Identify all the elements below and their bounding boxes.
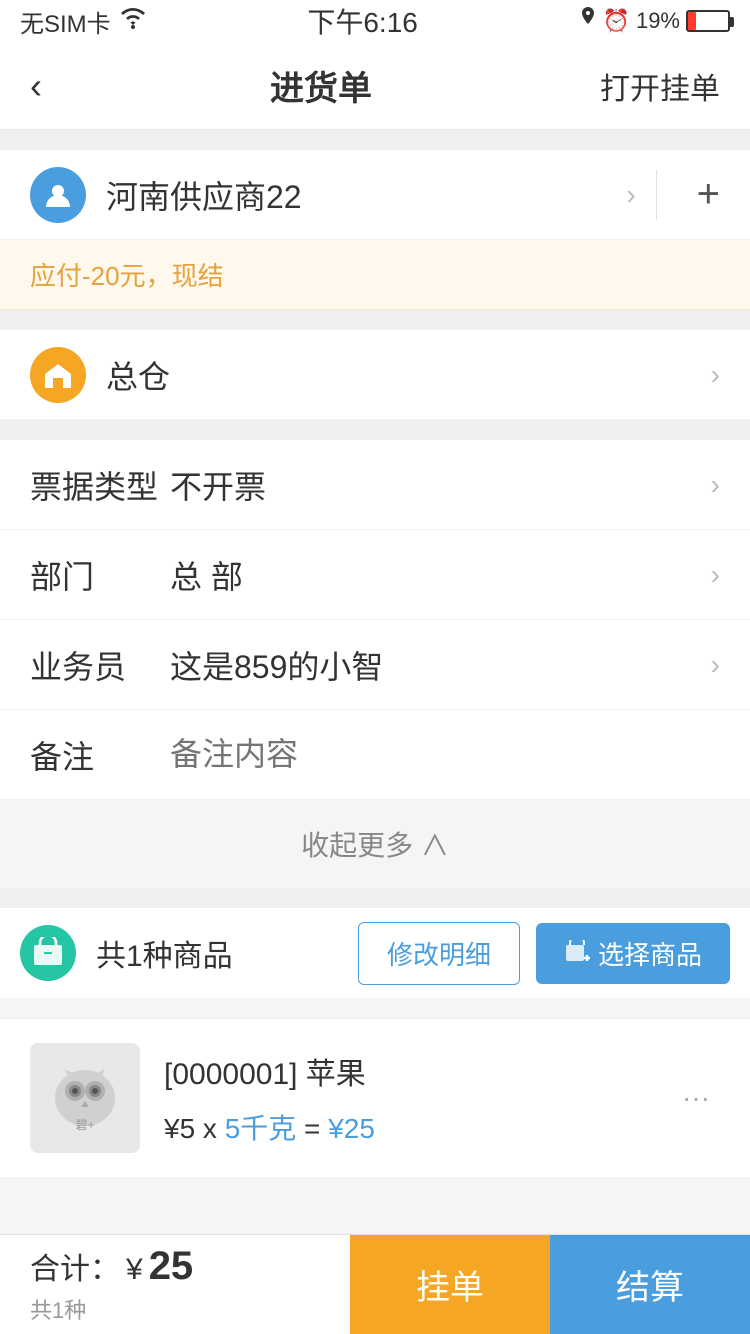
supplier-avatar <box>30 167 86 223</box>
notice-text: 应付-20元，现结 <box>30 261 224 291</box>
remark-label: 备注 <box>30 732 170 778</box>
supplier-row[interactable]: 河南供应商22 › + <box>0 150 750 240</box>
remark-input[interactable] <box>170 736 720 773</box>
battery-icon <box>686 10 730 32</box>
product-more-button[interactable]: ··· <box>672 1072 720 1124</box>
total-amount: 25 <box>149 1244 194 1289</box>
supplier-divider <box>656 170 657 220</box>
supplier-chevron-icon: › <box>626 179 635 211</box>
salesperson-chevron-icon: › <box>711 649 720 681</box>
bottom-bar: 合计： ¥ 25 共1种 挂单 结算 <box>0 1234 750 1334</box>
total-label: 合计： <box>30 1244 120 1288</box>
products-header: 共1种商品 修改明细 选择商品 <box>0 908 750 998</box>
salesperson-value: 这是859的小智 <box>170 642 711 688</box>
status-right: ⏰ 19% <box>579 7 730 35</box>
product-unit-price: ¥5 x <box>164 1113 225 1144</box>
status-time: 下午6:16 <box>307 1 418 41</box>
warehouse-chevron-icon: › <box>711 359 720 391</box>
page-title: 进货单 <box>270 61 372 110</box>
invoice-chevron-icon: › <box>711 469 720 501</box>
products-icon-bg <box>20 925 76 981</box>
divider-1 <box>0 130 750 150</box>
product-total: ¥25 <box>328 1113 375 1144</box>
department-value: 总 部 <box>170 552 711 598</box>
invoice-value: 不开票 <box>170 462 711 508</box>
warehouse-name: 总仓 <box>106 352 711 398</box>
total-main: 合计： ¥ 25 <box>30 1244 320 1289</box>
product-title: 苹果 <box>306 1058 366 1091</box>
warehouse-card: 总仓 › <box>0 330 750 420</box>
product-item: 碧+ [0000001] 苹果 ¥5 x 5千克 = ¥25 ··· <box>0 1018 750 1177</box>
invoice-card: 票据类型 不开票 › <box>0 440 750 530</box>
total-currency: ¥ <box>126 1253 143 1287</box>
warehouse-row[interactable]: 总仓 › <box>0 330 750 420</box>
remark-row: 备注 <box>0 710 750 800</box>
product-thumbnail: 碧+ <box>30 1043 140 1153</box>
hang-order-button[interactable]: 挂单 <box>350 1235 550 1334</box>
carrier-text: 无SIM卡 <box>20 4 111 39</box>
supplier-name: 河南供应商22 <box>106 172 626 218</box>
product-info: [0000001] 苹果 ¥5 x 5千克 = ¥25 <box>164 1049 672 1147</box>
invoice-row[interactable]: 票据类型 不开票 › <box>0 440 750 530</box>
department-chevron-icon: › <box>711 559 720 591</box>
divider-2 <box>0 310 750 330</box>
divider-3 <box>0 420 750 440</box>
nav-bar: ‹ 进货单 打开挂单 <box>0 42 750 130</box>
alarm-icon: ⏰ <box>603 8 630 34</box>
collapse-label: 收起更多 ∧ <box>301 830 449 861</box>
edit-detail-button[interactable]: 修改明细 <box>358 922 520 985</box>
checkout-button[interactable]: 结算 <box>550 1235 750 1334</box>
salesperson-card: 业务员 这是859的小智 › <box>0 620 750 710</box>
warehouse-icon-bg <box>30 347 86 403</box>
product-price: ¥5 x 5千克 = ¥25 <box>164 1107 672 1147</box>
back-button[interactable]: ‹ <box>30 65 42 107</box>
bottom-total: 合计： ¥ 25 共1种 <box>0 1235 350 1334</box>
status-bar: 无SIM卡 下午6:16 ⏰ 19% <box>0 0 750 42</box>
select-products-label: 选择商品 <box>598 935 702 972</box>
product-qty: 5千克 <box>225 1113 297 1144</box>
collapse-row[interactable]: 收起更多 ∧ <box>0 800 750 888</box>
total-sub: 共1种 <box>30 1293 320 1325</box>
remark-card: 备注 <box>0 710 750 800</box>
salesperson-row[interactable]: 业务员 这是859的小智 › <box>0 620 750 710</box>
salesperson-label: 业务员 <box>30 642 170 688</box>
department-card: 部门 总 部 › <box>0 530 750 620</box>
product-code: [0000001] <box>164 1058 306 1091</box>
svg-text:碧+: 碧+ <box>75 1118 94 1132</box>
divider-4 <box>0 888 750 908</box>
product-equals: = <box>296 1113 328 1144</box>
select-products-button[interactable]: 选择商品 <box>536 923 730 984</box>
add-supplier-button[interactable]: + <box>677 172 720 217</box>
supplier-card: 河南供应商22 › + 应付-20元，现结 <box>0 150 750 310</box>
products-count: 共1种商品 <box>96 931 358 975</box>
location-icon <box>579 7 597 35</box>
department-row[interactable]: 部门 总 部 › <box>0 530 750 620</box>
battery-text: 19% <box>636 8 680 34</box>
wifi-icon <box>119 7 147 36</box>
open-pending-button[interactable]: 打开挂单 <box>600 64 720 108</box>
owl-logo: 碧+ <box>45 1053 125 1144</box>
status-left: 无SIM卡 <box>20 4 147 39</box>
department-label: 部门 <box>30 552 170 598</box>
invoice-label: 票据类型 <box>30 462 170 508</box>
notice-bar: 应付-20元，现结 <box>0 240 750 310</box>
product-name: [0000001] 苹果 <box>164 1049 672 1093</box>
